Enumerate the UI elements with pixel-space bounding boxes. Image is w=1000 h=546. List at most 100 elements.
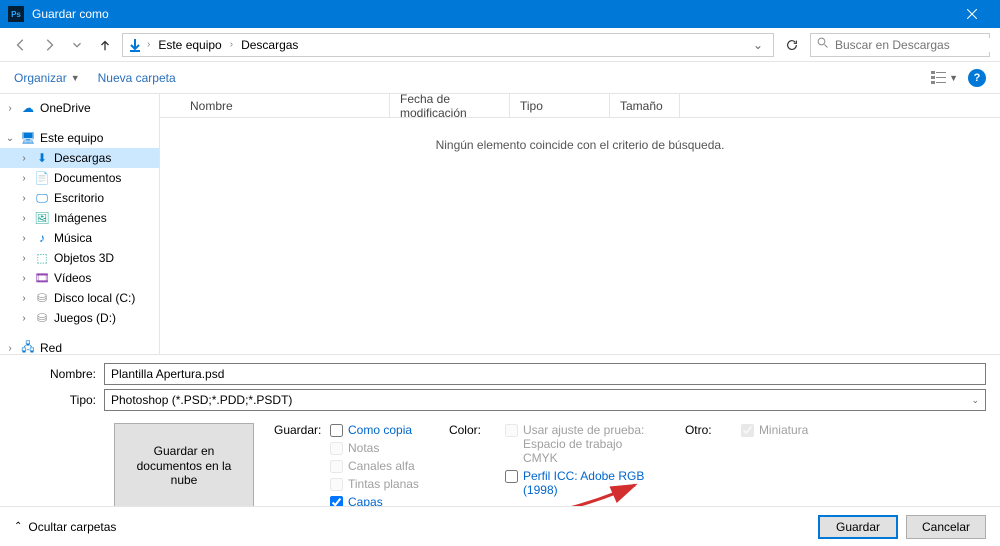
close-button[interactable] bbox=[952, 0, 992, 28]
hide-folders-button[interactable]: ⌃ Ocultar carpetas bbox=[14, 520, 116, 534]
refresh-icon bbox=[785, 38, 799, 52]
save-button[interactable]: Guardar bbox=[818, 515, 898, 539]
breadcrumb-dropdown[interactable]: ⌄ bbox=[747, 38, 769, 52]
close-icon bbox=[967, 9, 977, 19]
color-group-label: Color: bbox=[449, 423, 499, 509]
filetype-value: Photoshop (*.PSD;*.PDD;*.PSDT) bbox=[111, 393, 292, 407]
collapse-icon[interactable]: ⌄ bbox=[4, 133, 16, 144]
filename-row: Nombre: bbox=[14, 363, 986, 385]
tree-label: Imágenes bbox=[54, 211, 107, 225]
tree-label: Documentos bbox=[54, 171, 121, 185]
search-icon bbox=[817, 37, 829, 52]
column-headers: Nombre Fecha de modificación Tipo Tamaño bbox=[160, 94, 1000, 118]
expand-icon[interactable]: › bbox=[4, 103, 16, 114]
expand-icon[interactable]: › bbox=[18, 293, 30, 304]
tree-disk-c[interactable]: › ⛁ Disco local (C:) bbox=[0, 288, 159, 308]
options-area: Guardar en documentos en la nube Guardar… bbox=[14, 415, 986, 513]
download-icon: ⬇ bbox=[34, 150, 50, 166]
tree-onedrive[interactable]: › ☁ OneDrive bbox=[0, 98, 159, 118]
column-size[interactable]: Tamaño bbox=[610, 94, 680, 117]
cube-icon: ⬚ bbox=[34, 250, 50, 266]
checkbox-as-copy[interactable]: Como copia bbox=[330, 423, 419, 437]
new-folder-button[interactable]: Nueva carpeta bbox=[98, 71, 176, 85]
expand-icon[interactable]: › bbox=[18, 173, 30, 184]
tree-images[interactable]: › 🖼 Imágenes bbox=[0, 208, 159, 228]
refresh-button[interactable] bbox=[780, 33, 804, 57]
save-panel: Nombre: Tipo: Photoshop (*.PSD;*.PDD;*.P… bbox=[0, 354, 1000, 519]
expand-icon[interactable]: › bbox=[18, 193, 30, 204]
tree-label: Escritorio bbox=[54, 191, 104, 205]
search-box[interactable] bbox=[810, 33, 990, 57]
tree-label: Red bbox=[40, 341, 62, 354]
checkbox-icc-profile[interactable]: Perfil ICC: Adobe RGB (1998) bbox=[505, 469, 655, 497]
tree-this-pc[interactable]: ⌄ 🖥 Este equipo bbox=[0, 128, 159, 148]
dropdown-icon: ▼ bbox=[71, 73, 80, 83]
main-area: › ☁ OneDrive ⌄ 🖥 Este equipo › ⬇ Descarg… bbox=[0, 94, 1000, 354]
empty-message: Ningún elemento coincide con el criterio… bbox=[160, 118, 1000, 172]
tree-label: Vídeos bbox=[54, 271, 91, 285]
tree-label: OneDrive bbox=[40, 101, 91, 115]
tree-disk-d[interactable]: › ⛁ Juegos (D:) bbox=[0, 308, 159, 328]
expand-icon[interactable]: › bbox=[4, 343, 16, 354]
breadcrumb-downloads[interactable]: Descargas bbox=[237, 38, 302, 52]
folder-tree: › ☁ OneDrive ⌄ 🖥 Este equipo › ⬇ Descarg… bbox=[0, 94, 160, 354]
image-icon: 🖼 bbox=[34, 210, 50, 226]
expand-icon[interactable]: › bbox=[18, 273, 30, 284]
toolbar: Organizar ▼ Nueva carpeta ▼ ? bbox=[0, 62, 1000, 94]
checkbox-alpha: Canales alfa bbox=[330, 459, 419, 473]
network-icon: 🖧 bbox=[20, 340, 36, 354]
video-icon: 🎞 bbox=[34, 270, 50, 286]
save-cloud-button[interactable]: Guardar en documentos en la nube bbox=[114, 423, 254, 509]
expand-icon[interactable]: › bbox=[18, 253, 30, 264]
column-date[interactable]: Fecha de modificación bbox=[390, 94, 510, 117]
tree-label: Objetos 3D bbox=[54, 251, 114, 265]
tree-label: Descargas bbox=[54, 151, 111, 165]
filetype-select[interactable]: Photoshop (*.PSD;*.PDD;*.PSDT) ⌄ bbox=[104, 389, 986, 411]
checkbox-proof: Usar ajuste de prueba: Espacio de trabaj… bbox=[505, 423, 655, 465]
nav-bar: › Este equipo › Descargas ⌄ bbox=[0, 28, 1000, 62]
breadcrumb[interactable]: › Este equipo › Descargas ⌄ bbox=[122, 33, 774, 57]
tree-music[interactable]: › ♪ Música bbox=[0, 228, 159, 248]
back-button[interactable] bbox=[10, 34, 32, 56]
expand-icon[interactable]: › bbox=[18, 213, 30, 224]
file-list-pane: Nombre Fecha de modificación Tipo Tamaño… bbox=[160, 94, 1000, 354]
expand-icon[interactable]: › bbox=[18, 153, 30, 164]
list-view-icon bbox=[931, 71, 947, 85]
chevron-up-icon: ⌃ bbox=[14, 521, 22, 532]
tree-documents[interactable]: › 📄 Documentos bbox=[0, 168, 159, 188]
search-input[interactable] bbox=[835, 38, 990, 52]
column-type[interactable]: Tipo bbox=[510, 94, 610, 117]
save-group-label: Guardar: bbox=[274, 423, 324, 509]
tree-downloads[interactable]: › ⬇ Descargas bbox=[0, 148, 159, 168]
tree-network[interactable]: › 🖧 Red bbox=[0, 338, 159, 354]
tree-label: Este equipo bbox=[40, 131, 103, 145]
tree-desktop[interactable]: › 🖵 Escritorio bbox=[0, 188, 159, 208]
breadcrumb-this-pc[interactable]: Este equipo bbox=[154, 38, 225, 52]
view-mode-button[interactable]: ▼ bbox=[931, 71, 958, 85]
checkbox-thumbnail: Miniatura bbox=[741, 423, 808, 437]
chevron-right-icon: › bbox=[147, 39, 150, 50]
up-button[interactable] bbox=[94, 34, 116, 56]
organize-label: Organizar bbox=[14, 71, 67, 85]
organize-button[interactable]: Organizar ▼ bbox=[14, 71, 80, 85]
checkbox-spot: Tintas planas bbox=[330, 477, 419, 491]
expand-icon[interactable]: › bbox=[18, 233, 30, 244]
dropdown-icon: ▼ bbox=[949, 73, 958, 83]
tree-label: Disco local (C:) bbox=[54, 291, 135, 305]
tree-label: Música bbox=[54, 231, 92, 245]
hide-folders-label: Ocultar carpetas bbox=[28, 520, 116, 534]
cancel-button[interactable]: Cancelar bbox=[906, 515, 986, 539]
tree-objects3d[interactable]: › ⬚ Objetos 3D bbox=[0, 248, 159, 268]
disk-icon: ⛁ bbox=[34, 310, 50, 326]
chevron-right-icon: › bbox=[230, 39, 233, 50]
help-button[interactable]: ? bbox=[968, 69, 986, 87]
tree-videos[interactable]: › 🎞 Vídeos bbox=[0, 268, 159, 288]
disk-icon: ⛁ bbox=[34, 290, 50, 306]
checkbox-notes: Notas bbox=[330, 441, 419, 455]
recent-button[interactable] bbox=[66, 34, 88, 56]
column-name[interactable]: Nombre bbox=[160, 94, 390, 117]
dropdown-icon: ⌄ bbox=[971, 395, 979, 406]
filename-input[interactable] bbox=[104, 363, 986, 385]
forward-button[interactable] bbox=[38, 34, 60, 56]
expand-icon[interactable]: › bbox=[18, 313, 30, 324]
